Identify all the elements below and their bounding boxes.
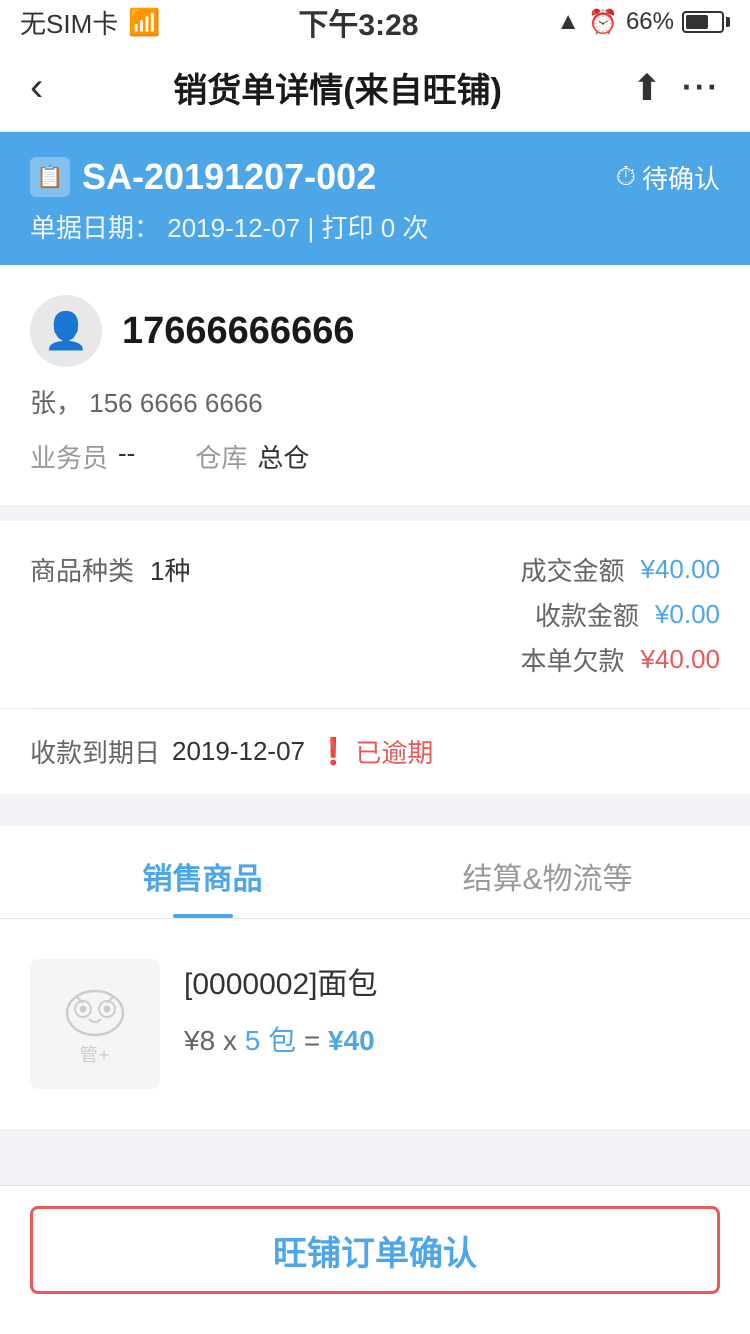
multiply-sign: x: [223, 1025, 245, 1056]
table-row: 管+ [0000002]面包 ¥8 x 5 包 = ¥40: [30, 939, 720, 1109]
tab-settlement[interactable]: 结算&物流等: [375, 826, 720, 918]
back-button[interactable]: ‹: [30, 65, 43, 110]
customer-section: 👤 17666666666 张， 156 6666 6666 业务员 -- 仓库…: [0, 265, 750, 505]
location-icon: ▲: [556, 8, 580, 36]
status-right: ▲ ⏰ 66%: [556, 8, 730, 37]
customer-info: 张， 156 6666 6666: [30, 383, 720, 420]
product-name: [0000002]面包: [184, 959, 720, 1003]
debt-value: ¥40.00: [640, 644, 720, 675]
unit: 包: [268, 1025, 296, 1056]
thumb-inner: 管+: [55, 981, 135, 1067]
status-left: 无SIM卡 📶: [20, 4, 161, 41]
share-button[interactable]: ⬆: [632, 67, 662, 109]
battery-label: 66%: [626, 8, 674, 36]
received-value: ¥0.00: [655, 599, 720, 630]
battery-indicator: [682, 11, 730, 33]
salesman-value: --: [118, 438, 135, 475]
more-button[interactable]: ···: [682, 69, 720, 106]
amount-value: ¥40.00: [640, 554, 720, 585]
salesman-meta: 业务员 --: [30, 438, 135, 475]
warehouse-label: 仓库: [195, 438, 247, 475]
salesman-label: 业务员: [30, 438, 108, 475]
tabs-row: 销售商品 结算&物流等: [0, 826, 750, 918]
page-title: 销货单详情(来自旺铺): [173, 63, 502, 112]
overdue-icon: ❗: [317, 736, 349, 767]
logo-text: 管+: [80, 1041, 111, 1067]
tabs-section: 销售商品 结算&物流等: [0, 826, 750, 919]
warehouse-meta: 仓库 总仓: [195, 438, 309, 475]
product-price: ¥8 x 5 包 = ¥40: [184, 1019, 720, 1059]
total-price: ¥40: [328, 1025, 375, 1056]
due-label: 收款到期日: [30, 733, 160, 770]
quantity: 5: [245, 1025, 261, 1056]
nav-actions: ⬆ ···: [632, 67, 720, 109]
header-card: 📋 SA-20191207-002 ⏱ 待确认 单据日期： 2019-12-07…: [0, 132, 750, 265]
summary-grid: 商品种类 1种 成交金额 ¥40.00 收款金额 ¥0.00 本单欠款 ¥40.…: [30, 551, 720, 678]
product-list: 管+ [0000002]面包 ¥8 x 5 包 = ¥40: [0, 919, 750, 1129]
time-label: 下午3:28: [298, 0, 418, 44]
product-types: 商品种类 1种: [30, 551, 190, 588]
confirm-button[interactable]: 旺铺订单确认: [30, 1206, 720, 1294]
order-icon: 📋: [30, 157, 70, 197]
alarm-icon: ⏰: [588, 8, 618, 37]
avatar: 👤: [30, 295, 102, 367]
overdue-text: 已逾期: [355, 733, 433, 770]
equals-sign: =: [304, 1025, 328, 1056]
amount-label: 成交金额: [520, 551, 624, 588]
customer-meta: 业务员 -- 仓库 总仓: [30, 428, 720, 475]
nav-bar: ‹ 销货单详情(来自旺铺) ⬆ ···: [0, 44, 750, 132]
divider-2: [0, 794, 750, 810]
received-row: 收款金额 ¥0.00: [535, 596, 720, 633]
order-id: 📋 SA-20191207-002: [30, 156, 376, 198]
unit-price: ¥8: [184, 1025, 215, 1056]
carrier-label: 无SIM卡: [20, 4, 118, 41]
product-thumbnail: 管+: [30, 959, 160, 1089]
amounts: 成交金额 ¥40.00 收款金额 ¥0.00 本单欠款 ¥40.00: [520, 551, 720, 678]
header-top: 📋 SA-20191207-002 ⏱ 待确认: [30, 156, 720, 198]
warehouse-value: 总仓: [257, 438, 309, 475]
wifi-icon: 📶: [128, 7, 160, 38]
amount-row: 成交金额 ¥40.00: [520, 551, 720, 588]
product-types-value: 1种: [150, 551, 190, 588]
product-info: [0000002]面包 ¥8 x 5 包 = ¥40: [184, 959, 720, 1089]
tab-products[interactable]: 销售商品: [30, 826, 375, 918]
status-bar: 无SIM卡 📶 下午3:28 ▲ ⏰ 66%: [0, 0, 750, 44]
customer-phone: 17666666666: [122, 310, 354, 353]
due-date-value: 2019-12-07: [172, 736, 305, 767]
order-status: ⏱ 待确认: [616, 159, 720, 196]
summary-section: 商品种类 1种 成交金额 ¥40.00 收款金额 ¥0.00 本单欠款 ¥40.…: [0, 521, 750, 708]
debt-row: 本单欠款 ¥40.00: [520, 641, 720, 678]
customer-top: 👤 17666666666: [30, 295, 720, 367]
order-date-line: 单据日期： 2019-12-07 | 打印 0 次: [30, 208, 720, 245]
debt-label: 本单欠款: [520, 641, 624, 678]
received-label: 收款金额: [535, 596, 639, 633]
status-clock-icon: ⏱: [616, 161, 636, 193]
divider-1: [0, 505, 750, 521]
owl-logo-icon: [55, 981, 135, 1041]
avatar-icon: 👤: [44, 310, 89, 352]
product-types-label: 商品种类: [30, 551, 134, 588]
overdue-badge: ❗ 已逾期: [317, 733, 433, 770]
due-section: 收款到期日 2019-12-07 ❗ 已逾期: [0, 709, 750, 794]
bottom-bar: 旺铺订单确认: [0, 1185, 750, 1334]
